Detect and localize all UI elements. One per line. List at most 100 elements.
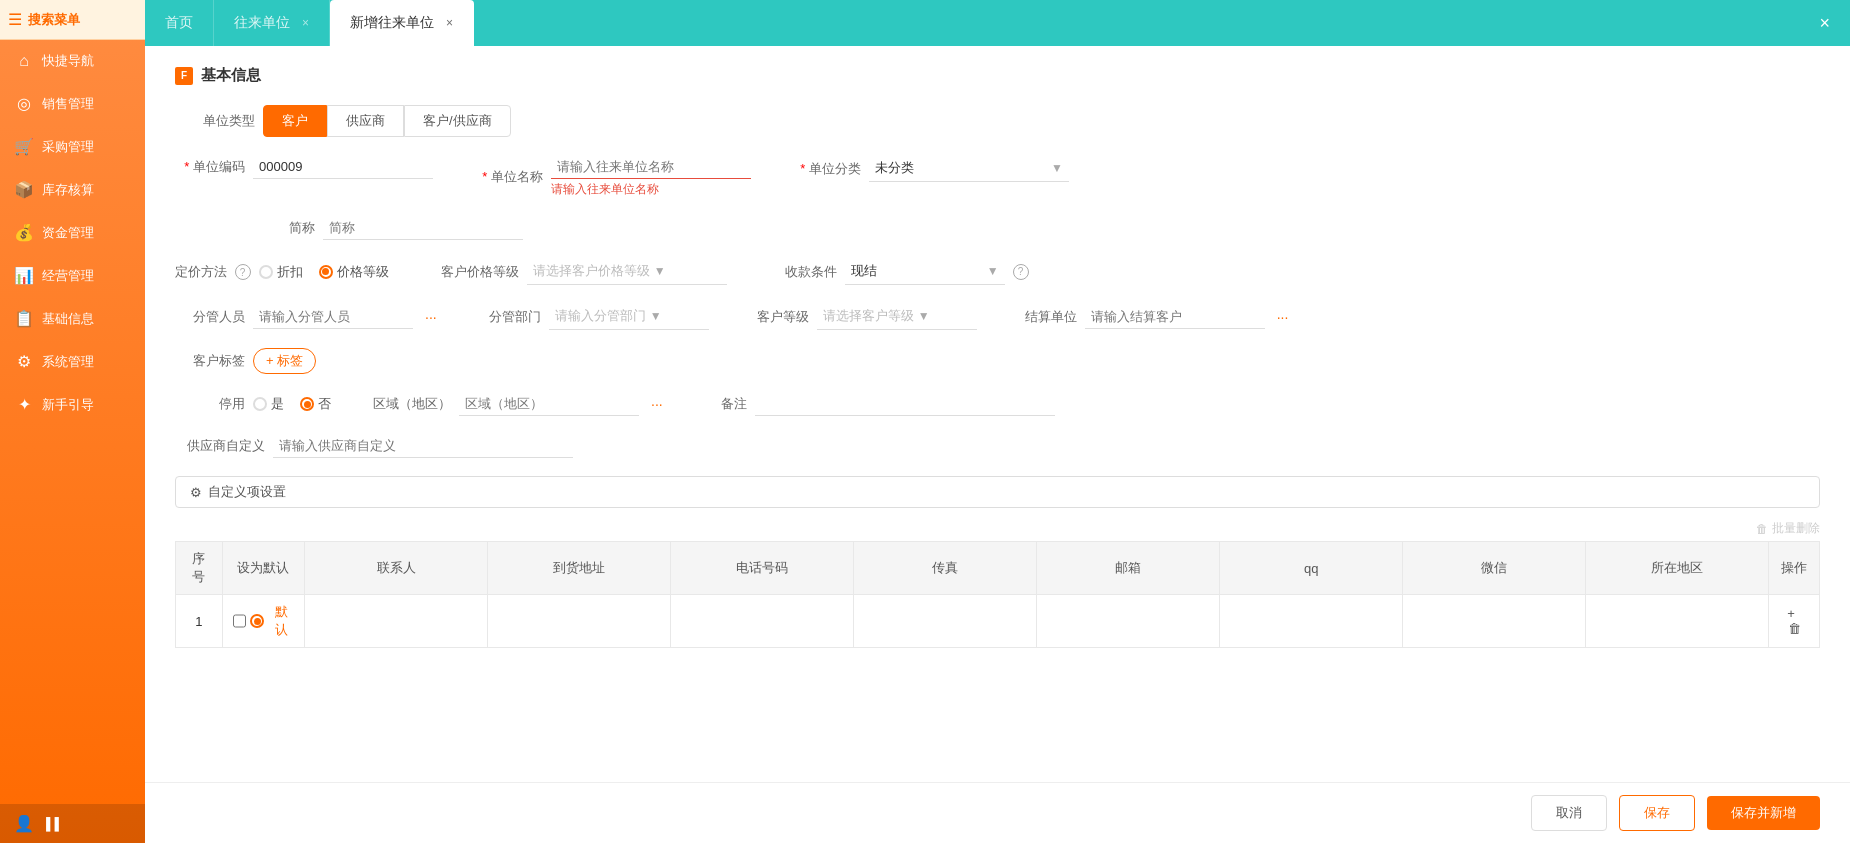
- row-checkbox[interactable]: [233, 614, 247, 628]
- cell-phone[interactable]: [671, 595, 854, 648]
- department-select[interactable]: 请输入分管部门 ▼: [549, 303, 709, 330]
- sidebar-item-purchase[interactable]: 🛒 采购管理: [0, 125, 145, 168]
- manager-input[interactable]: [253, 305, 413, 329]
- tab-home[interactable]: 首页: [145, 0, 214, 46]
- unit-code-label: 单位编码: [175, 158, 245, 176]
- disabled-radio-no[interactable]: 否: [300, 395, 331, 413]
- abbr-group: 简称: [175, 216, 1820, 240]
- unit-code-group: 单位编码: [175, 155, 433, 179]
- unit-name-group: 单位名称 请输入往来单位名称: [473, 155, 751, 198]
- unit-category-value: 未分类: [875, 159, 1047, 177]
- cell-address[interactable]: [488, 595, 671, 648]
- customer-price-group: 客户价格等级 请选择客户价格等级 ▼: [429, 258, 727, 285]
- sidebar-item-inventory[interactable]: 📦 库存核算: [0, 168, 145, 211]
- type-btn-supplier[interactable]: 供应商: [327, 105, 404, 137]
- remark-input[interactable]: [755, 392, 1055, 416]
- main-content: 首页 往来单位 × 新增往来单位 × × F 基本信息 单位类型 客户 供应商 …: [145, 0, 1850, 843]
- cancel-button[interactable]: 取消: [1531, 795, 1607, 831]
- search-menu-label: 搜索菜单: [28, 11, 80, 29]
- sidebar-item-label: 库存核算: [42, 181, 94, 199]
- region-input[interactable]: [459, 392, 639, 416]
- custom-settings-button[interactable]: ⚙ 自定义项设置: [175, 476, 1820, 508]
- payment-terms-select[interactable]: 现结 ▼: [845, 258, 1005, 285]
- purchase-icon: 🛒: [14, 137, 34, 156]
- unit-category-select[interactable]: 未分类 ▼: [869, 155, 1069, 182]
- sidebar-item-label: 基础信息: [42, 310, 94, 328]
- region-group: 区域（地区） ···: [371, 392, 667, 416]
- pricing-radio-price-level[interactable]: 价格等级: [319, 263, 389, 281]
- customer-price-level-select[interactable]: 请选择客户价格等级 ▼: [527, 258, 727, 285]
- col-contact: 联系人: [305, 542, 488, 595]
- disabled-row: 停用 是 否 区域（地区） ···: [175, 392, 1820, 416]
- tag-row: 客户标签 + 标签: [175, 348, 1820, 374]
- manager-label: 分管人员: [175, 308, 245, 326]
- save-button[interactable]: 保存: [1619, 795, 1695, 831]
- col-email: 邮箱: [1037, 542, 1220, 595]
- region-label: 区域（地区）: [371, 395, 451, 413]
- settlement-input[interactable]: [1085, 305, 1265, 329]
- operations-icon: 📊: [14, 266, 34, 285]
- sales-icon: ◎: [14, 94, 34, 113]
- contacts-table-container: 序号 设为默认 联系人 到货地址 电话号码 传真 邮箱 qq 微信 所在地区 操…: [175, 541, 1820, 762]
- type-btn-both[interactable]: 客户/供应商: [404, 105, 511, 137]
- cell-contact[interactable]: [305, 595, 488, 648]
- add-tag-button[interactable]: + 标签: [253, 348, 316, 374]
- tab-partners-close[interactable]: ×: [302, 16, 309, 30]
- sidebar-item-basics[interactable]: 📋 基础信息: [0, 297, 145, 340]
- chevron-down-icon5: ▼: [918, 309, 930, 323]
- delete-row-button[interactable]: 🗑: [1788, 621, 1801, 636]
- cell-wechat[interactable]: [1403, 595, 1586, 648]
- supplier-custom-row: 供应商自定义: [175, 434, 1820, 458]
- save-new-button[interactable]: 保存并新增: [1707, 796, 1820, 830]
- sidebar-footer[interactable]: 👤 ▐▐: [0, 804, 145, 843]
- section-icon: F: [175, 67, 193, 85]
- inventory-icon: 📦: [14, 180, 34, 199]
- default-radio-dot: [254, 618, 261, 625]
- sidebar-item-quick-nav[interactable]: ⌂ 快捷导航: [0, 40, 145, 82]
- user-icon: 👤: [14, 814, 34, 833]
- region-more-button[interactable]: ···: [647, 396, 667, 412]
- payment-terms-group: 收款条件 现结 ▼ ?: [767, 258, 1820, 285]
- tag-btn-label: + 标签: [266, 352, 303, 370]
- sidebar-item-guide[interactable]: ✦ 新手引导: [0, 383, 145, 426]
- payment-terms-help-icon[interactable]: ?: [1013, 264, 1029, 280]
- search-menu-button[interactable]: ☰ 搜索菜单: [0, 0, 145, 40]
- department-label: 分管部门: [471, 308, 541, 326]
- pricing-help-icon[interactable]: ?: [235, 264, 251, 280]
- payment-terms-label: 收款条件: [767, 263, 837, 281]
- cell-region[interactable]: [1586, 595, 1769, 648]
- cell-fax[interactable]: [854, 595, 1037, 648]
- batch-delete-label[interactable]: 批量删除: [1772, 520, 1820, 537]
- radio-circle-no: [300, 397, 314, 411]
- disabled-radio-yes[interactable]: 是: [253, 395, 284, 413]
- add-row-button[interactable]: +: [1787, 606, 1795, 621]
- sidebar-item-label: 系统管理: [42, 353, 94, 371]
- unit-name-input[interactable]: [551, 155, 751, 179]
- default-radio-circle: [250, 614, 264, 628]
- sidebar-item-finance[interactable]: 💰 资金管理: [0, 211, 145, 254]
- sidebar-item-system[interactable]: ⚙ 系统管理: [0, 340, 145, 383]
- tab-new-partner-close[interactable]: ×: [446, 16, 453, 30]
- supplier-custom-input[interactable]: [273, 434, 573, 458]
- close-all-button[interactable]: ×: [1799, 13, 1850, 34]
- default-radio[interactable]: 默认: [250, 603, 294, 639]
- type-btn-customer[interactable]: 客户: [263, 105, 327, 137]
- sidebar-item-operations[interactable]: 📊 经营管理: [0, 254, 145, 297]
- cell-qq[interactable]: [1220, 595, 1403, 648]
- disabled-label: 停用: [175, 395, 245, 413]
- abbr-input[interactable]: [323, 216, 523, 240]
- abbr-row: 简称: [175, 216, 1820, 240]
- customer-level-select[interactable]: 请选择客户等级 ▼: [817, 303, 977, 330]
- cell-email[interactable]: [1037, 595, 1220, 648]
- settlement-more-button[interactable]: ···: [1273, 309, 1293, 325]
- unit-code-input[interactable]: [253, 155, 433, 179]
- col-address: 到货地址: [488, 542, 671, 595]
- manager-more-button[interactable]: ···: [421, 309, 441, 325]
- radio-circle-price-level: [319, 265, 333, 279]
- tab-new-partner[interactable]: 新增往来单位 ×: [330, 0, 474, 46]
- tab-partners[interactable]: 往来单位 ×: [214, 0, 330, 46]
- batch-delete-area: 🗑 批量删除: [175, 520, 1820, 537]
- sidebar-item-sales[interactable]: ◎ 销售管理: [0, 82, 145, 125]
- pricing-group: 定价方法 ? 折扣 价格等级: [175, 263, 389, 281]
- pricing-radio-discount[interactable]: 折扣: [259, 263, 303, 281]
